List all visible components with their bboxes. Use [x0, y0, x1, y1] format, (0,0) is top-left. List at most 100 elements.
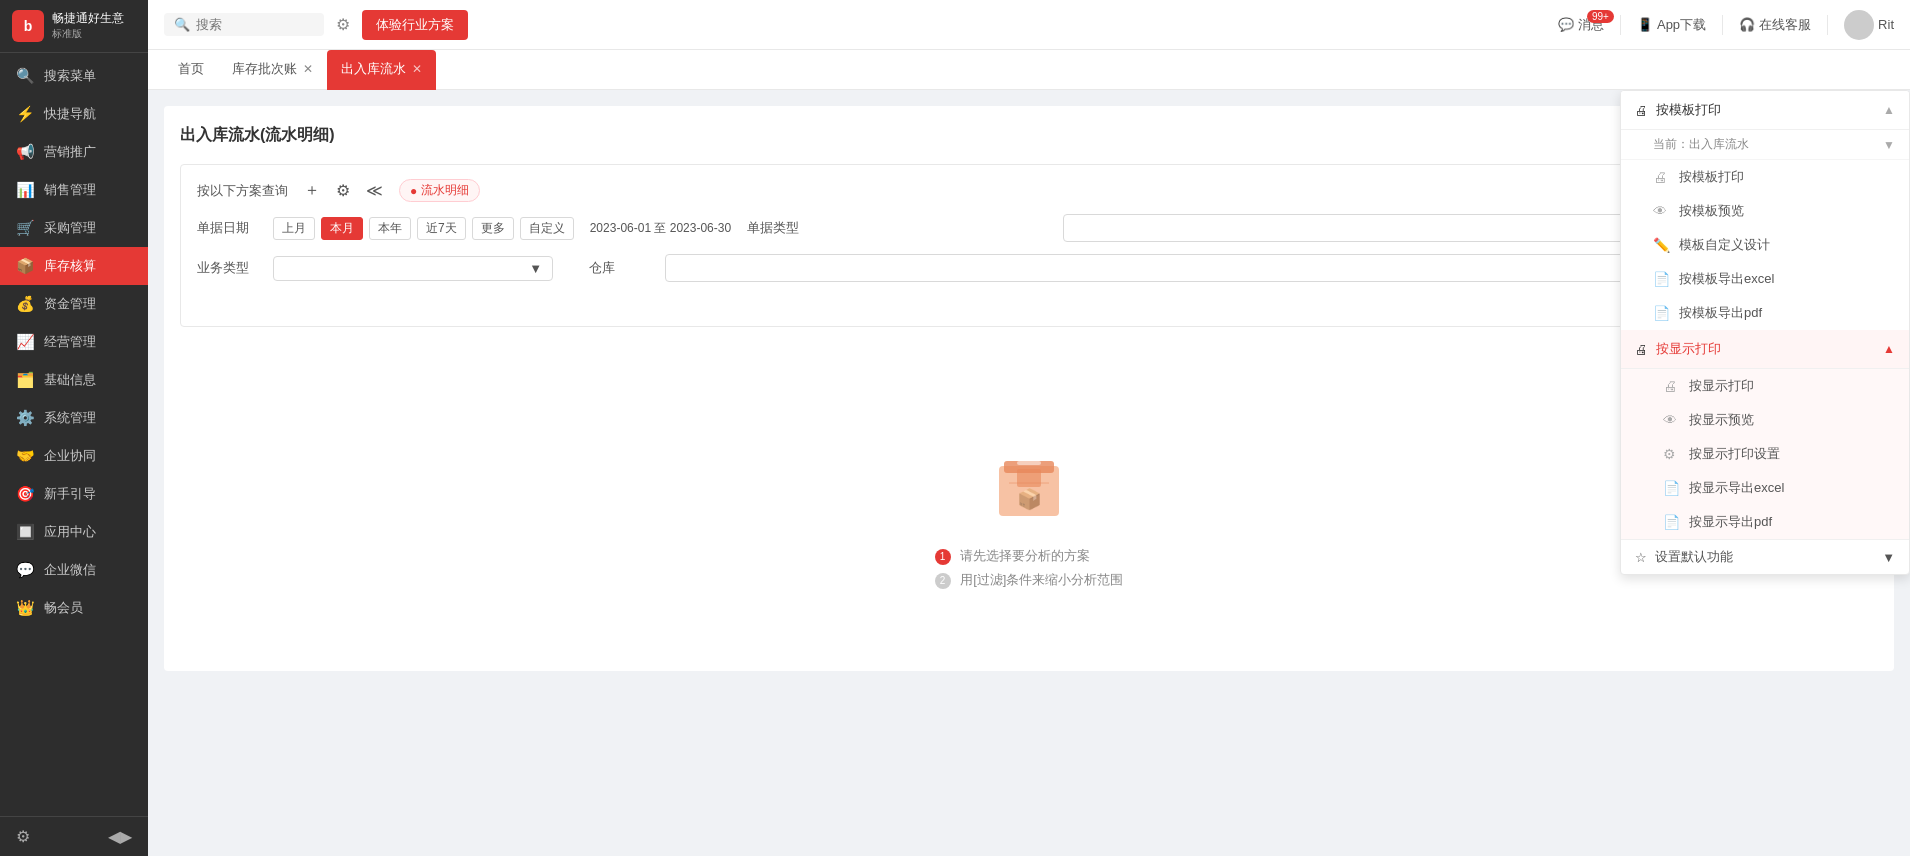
dropdown-display-print-section[interactable]: 🖨 按显示打印 ▲ [1621, 330, 1909, 369]
online-service-button[interactable]: 🎧 在线客服 [1739, 16, 1811, 34]
sidebar-item-shortcut[interactable]: ⚡快捷导航 [0, 95, 148, 133]
app-download-button[interactable]: 📱 App下载 [1637, 16, 1706, 34]
settings-filter-icon[interactable]: ⚙ [336, 181, 350, 200]
date-btn-custom[interactable]: 自定义 [520, 217, 574, 240]
dropdown-item-template-preview[interactable]: 👁 按模板预览 [1621, 194, 1909, 228]
dropdown-item-display-excel[interactable]: 📄 按显示导出excel [1621, 471, 1909, 505]
sidebar-item-purchase-label: 采购管理 [44, 219, 96, 237]
warehouse-label: 仓库 [589, 259, 649, 277]
dropdown-icon: ▼ [529, 261, 542, 276]
display-excel-icon: 📄 [1663, 480, 1679, 496]
dropdown-item-display-preview[interactable]: 👁 按显示预览 [1621, 403, 1909, 437]
step1-text: 请先选择要分析的方案 [960, 548, 1090, 563]
template-pdf-icon: 📄 [1653, 305, 1669, 321]
date-btn-this-month[interactable]: 本月 [321, 217, 363, 240]
filter-tag[interactable]: ● 流水明细 [399, 179, 480, 202]
dropdown-item-display-pdf[interactable]: 📄 按显示导出pdf [1621, 505, 1909, 539]
collapse-sidebar-icon[interactable]: ◀▶ [108, 827, 132, 846]
sidebar-item-wechat[interactable]: 💬 企业微信 [0, 551, 148, 589]
tab-home[interactable]: 首页 [164, 50, 218, 90]
sidebar-item-member[interactable]: 👑畅会员 [0, 589, 148, 627]
dropdown-item-display-settings[interactable]: ⚙ 按显示打印设置 [1621, 437, 1909, 471]
tab-flow-close-icon[interactable]: ✕ [412, 62, 422, 76]
user-avatar-area[interactable]: Rit [1844, 10, 1894, 40]
avatar [1844, 10, 1874, 40]
add-filter-icon[interactable]: ＋ [304, 180, 320, 201]
sidebar-item-guide[interactable]: 🎯新手引导 [0, 475, 148, 513]
date-label: 单据日期 [197, 219, 257, 237]
topbar: 🔍 ⚙ 体验行业方案 💬 消息 99+ 📱 App下载 🎧 在线客服 [148, 0, 1910, 50]
dropdown-title-text: 按模板打印 [1656, 101, 1721, 119]
search-icon: 🔍 [16, 67, 34, 85]
date-btn-more[interactable]: 更多 [472, 217, 514, 240]
topbar-gear-icon[interactable]: ⚙ [336, 15, 350, 34]
filter-tag-dot: ● [410, 184, 417, 198]
sidebar-item-appCenter-label: 应用中心 [44, 523, 96, 541]
sidebar-item-inventory[interactable]: 📦 库存核算 [0, 247, 148, 285]
filter-row-date: 单据日期 上月 本月 本年 近7天 更多 自定义 2023-06-01 至 20… [197, 214, 1861, 242]
sales-icon: 📊 [16, 181, 34, 199]
template-print-icon: 🖨 [1653, 169, 1669, 185]
sidebar-footer: ⚙ ◀▶ [0, 816, 148, 856]
dropdown-item-template-custom[interactable]: ✏️ 模板自定义设计 [1621, 228, 1909, 262]
sidebar-item-purchase[interactable]: 🛒采购管理 [0, 209, 148, 247]
message-button[interactable]: 💬 消息 99+ [1558, 16, 1604, 34]
sidebar-item-member-label: 畅会员 [44, 599, 83, 617]
settings-icon[interactable]: ⚙ [16, 827, 30, 846]
date-btn-this-year[interactable]: 本年 [369, 217, 411, 240]
topbar-search-box[interactable]: 🔍 [164, 13, 324, 36]
dropdown-item-display-print[interactable]: 🖨 按显示打印 [1621, 369, 1909, 403]
tab-batch-close-icon[interactable]: ✕ [303, 62, 313, 76]
sidebar-item-system[interactable]: ⚙️系统管理 [0, 399, 148, 437]
wechat-icon: 💬 [16, 561, 34, 579]
sidebar-item-appCenter[interactable]: 🔲应用中心 [0, 513, 148, 551]
online-service-label: 在线客服 [1759, 16, 1811, 34]
sidebar-item-sales[interactable]: 📊销售管理 [0, 171, 148, 209]
dropdown-current: 当前：出入库流水 ▼ [1621, 130, 1909, 160]
date-btn-last-month[interactable]: 上月 [273, 217, 315, 240]
sidebar-item-inventory-label: 库存核算 [44, 257, 96, 275]
sidebar-logo: b 畅捷通好生意 标准版 [0, 0, 148, 53]
finance-icon: 💰 [16, 295, 34, 313]
sidebar-item-operation[interactable]: 📈经营管理 [0, 323, 148, 361]
sidebar-item-enterprise[interactable]: 🤝 企业协同 [0, 437, 148, 475]
trial-button[interactable]: 体验行业方案 [362, 10, 468, 40]
filter-tag-label: 流水明细 [421, 182, 469, 199]
sidebar-item-wechat-label: 企业微信 [44, 561, 96, 579]
display-print-label: 按显示打印 [1689, 377, 1754, 395]
sidebar-item-basic[interactable]: 🗂️基础信息 [0, 361, 148, 399]
app-download-label: App下载 [1657, 16, 1706, 34]
display-pdf-label: 按显示导出pdf [1689, 513, 1772, 531]
divider2 [1722, 15, 1723, 35]
date-btn-7days[interactable]: 近7天 [417, 217, 466, 240]
display-print-icon: 🖨 [1663, 378, 1679, 394]
business-type-select[interactable]: ▼ [273, 256, 553, 281]
page-title: 出入库流水(流水明细) [180, 125, 335, 146]
inventory-icon: 📦 [16, 257, 34, 275]
app-logo-icon: b [12, 10, 44, 42]
display-settings-label: 按显示打印设置 [1689, 445, 1780, 463]
tab-flow[interactable]: 出入库流水 ✕ [327, 50, 436, 90]
dropdown-item-template-print[interactable]: 🖨 按模板打印 [1621, 160, 1909, 194]
collapse-filter-icon[interactable]: ≪ [366, 181, 383, 200]
step-1: 1 请先选择要分析的方案 [935, 547, 1124, 565]
sidebar-item-enterprise-label: 企业协同 [44, 447, 96, 465]
search-input[interactable] [196, 17, 316, 32]
sidebar-item-marketing-label: 营销推广 [44, 143, 96, 161]
sidebar-item-finance[interactable]: 💰资金管理 [0, 285, 148, 323]
phone-icon: 📱 [1637, 17, 1653, 32]
sidebar-item-search[interactable]: 🔍搜索菜单 [0, 57, 148, 95]
step2-num: 2 [935, 573, 951, 589]
dropdown-item-template-excel[interactable]: 📄 按模板导出excel [1621, 262, 1909, 296]
dropdown-set-default[interactable]: ☆ 设置默认功能 ▼ [1621, 539, 1909, 574]
dropdown-header[interactable]: 🖨 按模板打印 ▲ [1621, 91, 1909, 130]
display-print-subsection: 🖨 按显示打印 👁 按显示预览 ⚙ 按显示打印设置 📄 按显示导出excel 📄 [1621, 369, 1909, 539]
sidebar-menu: 🔍搜索菜单⚡快捷导航📢营销推广📊销售管理🛒采购管理 📦 库存核算 💰资金管理📈经营管理… [0, 53, 148, 816]
dropdown-item-template-pdf[interactable]: 📄 按模板导出pdf [1621, 296, 1909, 330]
tab-batch[interactable]: 库存批次账 ✕ [218, 50, 327, 90]
template-pdf-label: 按模板导出pdf [1679, 304, 1762, 322]
enterprise-icon: 🤝 [16, 447, 34, 465]
filter-row-1: 按以下方案查询 ＋ ⚙ ≪ ● 流水明细 [197, 179, 1861, 202]
sidebar-item-marketing[interactable]: 📢营销推广 [0, 133, 148, 171]
collapse-button[interactable]: ▲ 收起更多条件 [197, 294, 1861, 312]
